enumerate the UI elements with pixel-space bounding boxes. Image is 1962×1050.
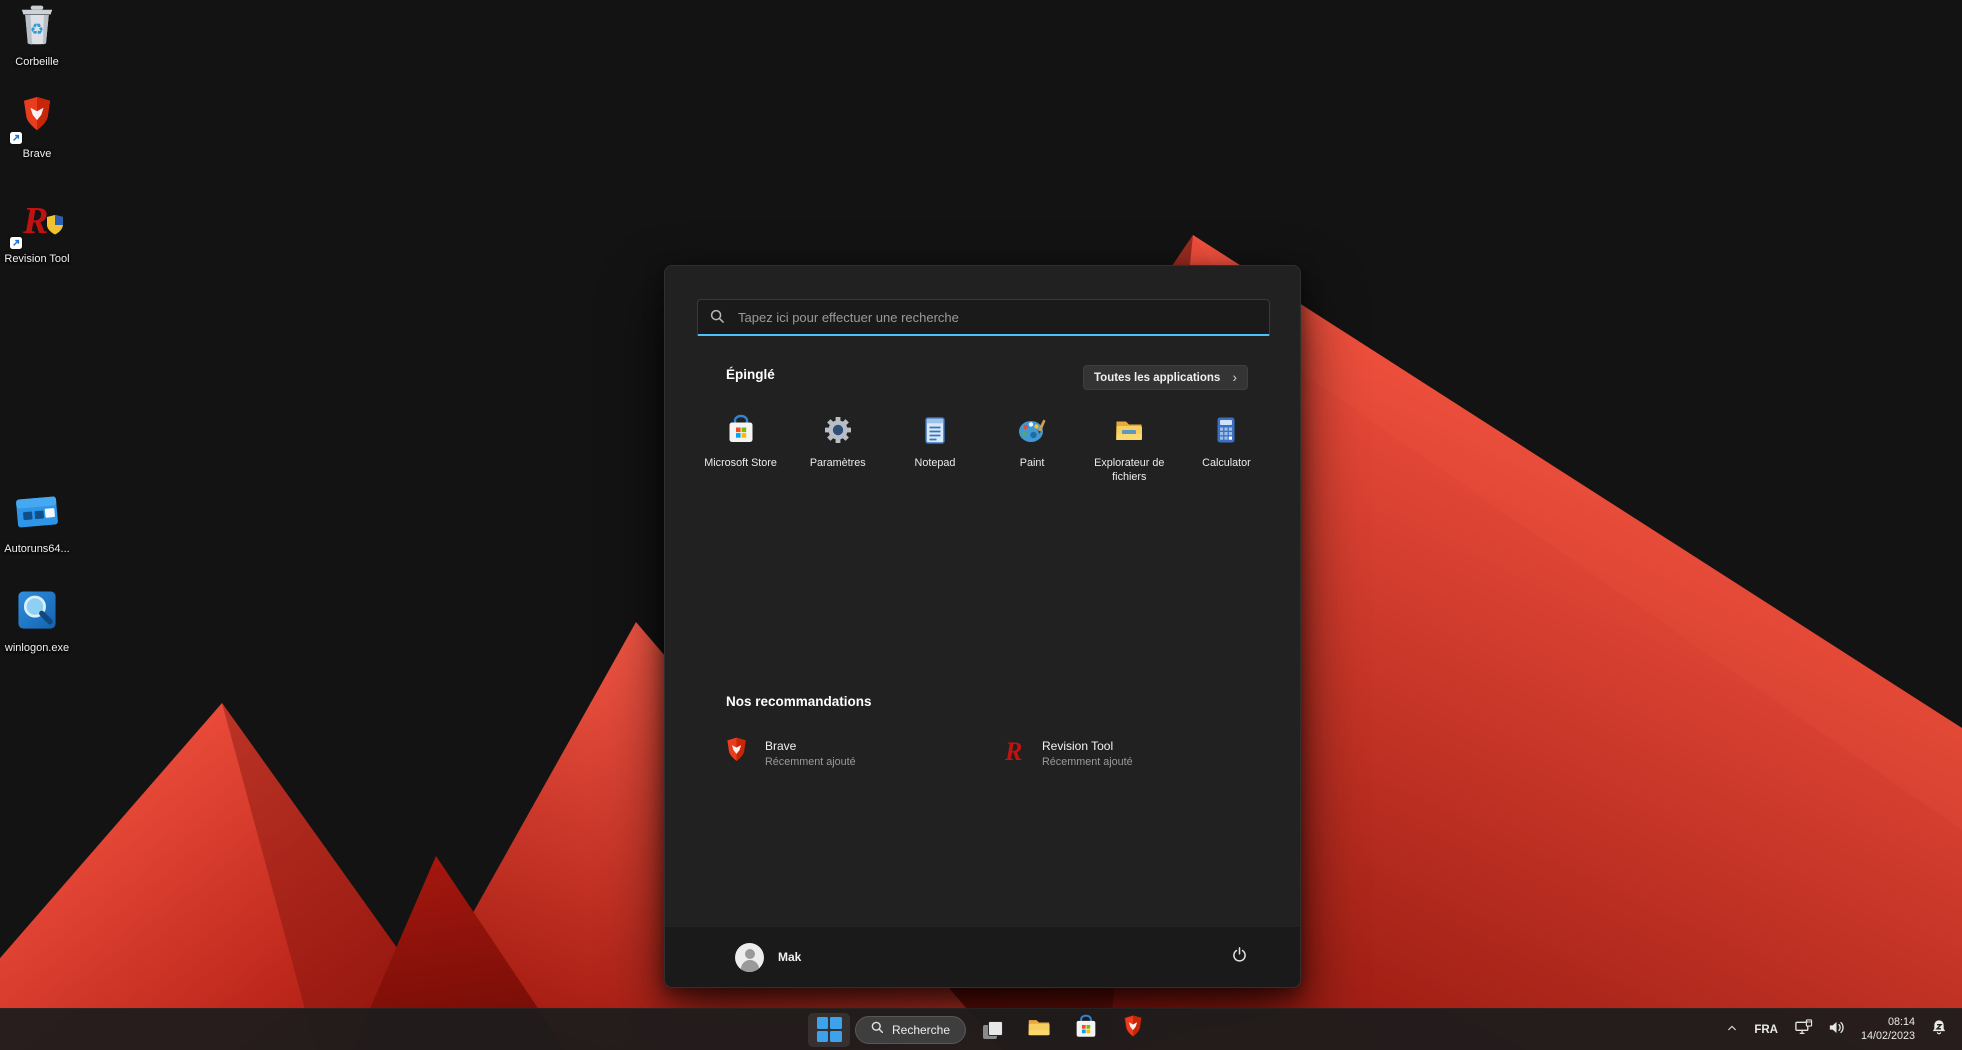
pinned-app-microsoft-store[interactable]: Microsoft Store — [692, 409, 789, 484]
desktop-icon-label: winlogon.exe — [4, 642, 70, 654]
desktop-icon-winlogon[interactable]: winlogon.exe — [1, 591, 73, 655]
chevron-up-icon — [1726, 1021, 1738, 1039]
pinned-app-parametres[interactable]: Paramètres — [789, 409, 886, 484]
brave-button[interactable] — [1112, 1013, 1154, 1047]
file-explorer-icon — [1113, 414, 1145, 451]
desktop-icon-brave[interactable]: Brave — [1, 97, 73, 161]
network-button[interactable] — [1788, 1013, 1819, 1047]
search-input[interactable] — [697, 299, 1270, 336]
all-apps-button[interactable]: Toutes les applications › — [1083, 365, 1248, 390]
winlogon-icon — [15, 588, 59, 637]
taskbar: Recherche FRA 08:14 14/02/2023 — [0, 1008, 1962, 1050]
pinned-app-notepad[interactable]: Notepad — [886, 409, 983, 484]
user-name: Mak — [778, 950, 802, 964]
brave-icon — [1121, 1014, 1145, 1046]
time: 08:14 — [1887, 1016, 1915, 1029]
recommended-item-revision-tool[interactable]: R Revision Tool Récemment ajouté — [989, 728, 1269, 779]
desktop-icon-label: Autoruns64... — [4, 543, 70, 555]
recommended-header: Nos recommandations — [726, 694, 872, 709]
desktop-icon-corbeille[interactable]: ♻ Corbeille — [1, 5, 73, 69]
desktop-icon-label: Brave — [22, 148, 52, 160]
microsoft-store-button[interactable] — [1065, 1013, 1107, 1047]
file-explorer-button[interactable] — [1018, 1013, 1060, 1047]
shortcut-arrow-icon — [10, 237, 22, 249]
search-icon — [871, 1021, 884, 1039]
recycle-bin-icon: ♻ — [18, 4, 56, 51]
pinned-app-paint[interactable]: Paint — [984, 409, 1081, 484]
desktop-icon-revision-tool[interactable]: R Revision Tool — [1, 200, 73, 266]
user-button[interactable]: Mak — [725, 937, 811, 978]
desktop-icon-label: Revision Tool — [4, 253, 70, 265]
brave-icon — [18, 94, 56, 143]
volume-button[interactable] — [1821, 1013, 1852, 1047]
desktop-icon-autoruns[interactable]: Autoruns64... — [1, 492, 73, 556]
notepad-icon — [919, 414, 951, 451]
start-menu: Épinglé Toutes les applications › Micros… — [664, 265, 1301, 988]
svg-text:♻: ♻ — [30, 21, 44, 38]
chevron-right-icon: › — [1232, 368, 1237, 385]
power-icon — [1231, 946, 1248, 968]
desktop-icon-label: Corbeille — [15, 56, 59, 68]
microsoft-store-icon — [725, 414, 757, 451]
revision-tool-icon: R — [1003, 736, 1027, 771]
svg-text:R: R — [22, 200, 48, 242]
notification-bell-button[interactable] — [1924, 1013, 1954, 1047]
recommended-item-brave[interactable]: Brave Récemment ajouté — [709, 728, 989, 779]
taskbar-search[interactable]: Recherche — [854, 1015, 967, 1044]
avatar — [735, 942, 764, 972]
clock[interactable]: 08:14 14/02/2023 — [1854, 1016, 1922, 1043]
microsoft-store-icon — [1073, 1014, 1099, 1045]
recommended-list: Brave Récemment ajouté R Revision Tool R… — [709, 728, 1269, 779]
settings-gear-icon — [822, 414, 854, 451]
volume-icon — [1827, 1018, 1846, 1042]
brave-icon — [723, 736, 750, 771]
language-indicator[interactable]: FRA — [1746, 1013, 1786, 1047]
power-button[interactable] — [1222, 940, 1256, 974]
pinned-app-calculator[interactable]: Calculator — [1178, 409, 1275, 484]
shortcut-arrow-icon — [10, 132, 22, 144]
date: 14/02/2023 — [1860, 1029, 1915, 1042]
start-menu-user-bar: Mak — [665, 926, 1300, 987]
start-button[interactable] — [807, 1012, 850, 1047]
notification-bell-icon — [1930, 1018, 1948, 1041]
pinned-header: Épinglé — [726, 367, 775, 382]
svg-text:R: R — [1004, 737, 1022, 766]
network-icon — [1794, 1018, 1813, 1042]
task-view-button[interactable] — [971, 1013, 1013, 1047]
paint-icon — [1016, 414, 1048, 451]
pinned-apps-grid: Microsoft Store Paramètres Notepad Paint… — [692, 409, 1275, 484]
pinned-app-explorateur[interactable]: Explorateur de fichiers — [1081, 409, 1178, 484]
autoruns-icon — [12, 491, 62, 538]
tray-chevron-button[interactable] — [1720, 1013, 1744, 1047]
task-view-icon — [979, 1018, 1005, 1042]
windows-logo-icon — [816, 1017, 842, 1042]
file-explorer-icon — [1026, 1014, 1052, 1045]
calculator-icon — [1210, 414, 1242, 451]
